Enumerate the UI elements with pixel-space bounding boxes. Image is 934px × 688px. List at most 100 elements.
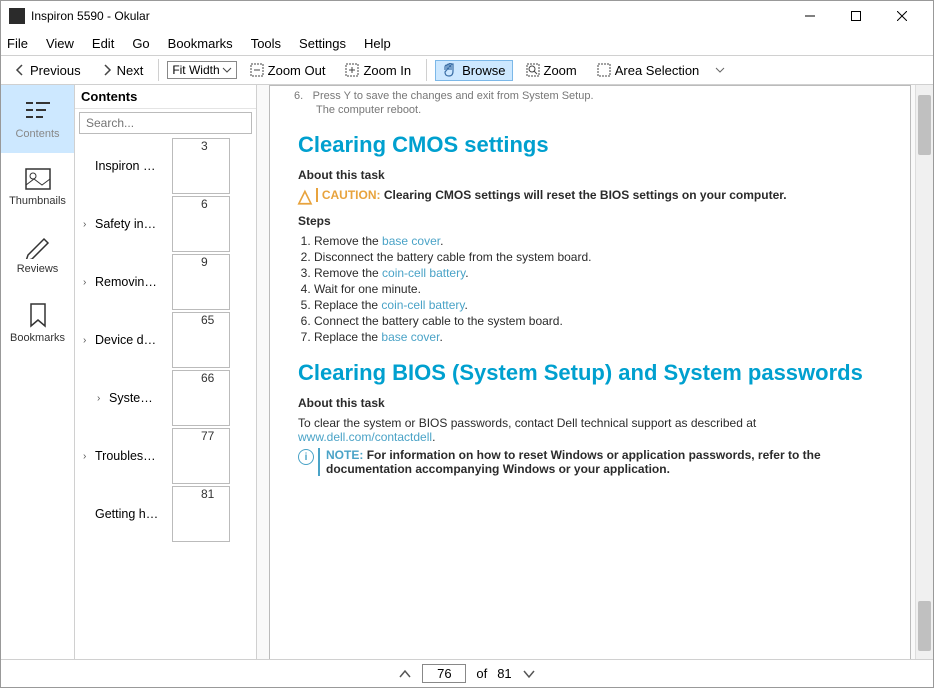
step-link[interactable]: base cover bbox=[381, 330, 439, 344]
document-area[interactable]: 6. Press Y to save the changes and exit … bbox=[257, 85, 933, 661]
toc-item-page: 81 bbox=[172, 486, 230, 542]
section-heading-bios: Clearing BIOS (System Setup) and System … bbox=[298, 360, 882, 386]
about-task-heading: About this task bbox=[298, 168, 882, 182]
maximize-button[interactable] bbox=[833, 1, 879, 31]
side-tabs: Contents Thumbnails Reviews Bookmarks bbox=[1, 85, 75, 661]
toc-item[interactable]: ›System setup 66 bbox=[75, 369, 256, 427]
caution-label: CAUTION: bbox=[322, 188, 381, 202]
toc-item-label: Safety instructions bbox=[95, 217, 160, 231]
menu-settings[interactable]: Settings bbox=[299, 36, 346, 51]
reviews-icon bbox=[24, 235, 52, 259]
sidetab-reviews[interactable]: Reviews bbox=[1, 221, 74, 289]
toc-item[interactable]: ›Safety instructions 6 bbox=[75, 195, 256, 253]
menu-tools[interactable]: Tools bbox=[251, 36, 281, 51]
toc-item-label: System setup bbox=[109, 391, 160, 405]
page-total: 81 bbox=[497, 666, 511, 681]
zoom-out-icon bbox=[250, 63, 264, 77]
toc-item-label: Device drivers bbox=[95, 333, 160, 347]
expand-icon: › bbox=[97, 393, 109, 404]
toc-item-page: 65 bbox=[172, 312, 230, 368]
zoom-select-value: Fit Width bbox=[172, 63, 219, 77]
menu-edit[interactable]: Edit bbox=[92, 36, 114, 51]
step-link[interactable]: base cover bbox=[382, 234, 440, 248]
note-block: i NOTE: For information on how to reset … bbox=[298, 448, 882, 476]
toc-item-page: 77 bbox=[172, 428, 230, 484]
window-title: Inspiron 5590 - Okular bbox=[31, 9, 150, 23]
vertical-scrollbar[interactable] bbox=[915, 85, 933, 661]
zoom-out-button[interactable]: Zoom Out bbox=[243, 60, 333, 81]
expand-icon: › bbox=[83, 335, 95, 346]
step-item: Wait for one minute. bbox=[314, 282, 882, 296]
toc-item[interactable]: Inspiron 5590 Servic...3 bbox=[75, 137, 256, 195]
menu-bookmarks[interactable]: Bookmarks bbox=[168, 36, 233, 51]
sidetab-thumbnails-label: Thumbnails bbox=[9, 195, 66, 207]
toc-item-page: 6 bbox=[172, 196, 230, 252]
page-of-label: of bbox=[476, 666, 487, 681]
browse-button[interactable]: Browse bbox=[435, 60, 512, 81]
sidetab-bookmarks[interactable]: Bookmarks bbox=[1, 289, 74, 357]
step-link[interactable]: coin-cell battery bbox=[381, 298, 464, 312]
page-number-input[interactable] bbox=[422, 664, 466, 683]
chevron-right-icon bbox=[101, 64, 113, 76]
toc-item-page: 9 bbox=[172, 254, 230, 310]
title-bar: Inspiron 5590 - Okular bbox=[1, 1, 933, 31]
toc-item-page: 66 bbox=[172, 370, 230, 426]
pdf-page: 6. Press Y to save the changes and exit … bbox=[269, 85, 911, 661]
zoom-in-label: Zoom In bbox=[363, 63, 411, 78]
toc-item-label: Removing and install... bbox=[95, 275, 160, 289]
menu-go[interactable]: Go bbox=[132, 36, 149, 51]
chevron-left-icon bbox=[14, 64, 26, 76]
sidetab-reviews-label: Reviews bbox=[17, 263, 59, 275]
contents-search-input[interactable] bbox=[79, 112, 252, 134]
step-item: Disconnect the battery cable from the sy… bbox=[314, 250, 882, 264]
bookmarks-icon bbox=[27, 302, 49, 328]
chevron-down-icon bbox=[222, 65, 232, 75]
contactdell-link[interactable]: www.dell.com/contactdell bbox=[298, 430, 432, 444]
step-link[interactable]: coin-cell battery bbox=[382, 266, 465, 280]
scrollbar-thumb-bottom[interactable] bbox=[918, 601, 931, 651]
note-text: For information on how to reset Windows … bbox=[326, 448, 821, 476]
minimize-button[interactable] bbox=[787, 1, 833, 31]
area-selection-dropdown[interactable] bbox=[712, 62, 728, 78]
steps-heading: Steps bbox=[298, 214, 882, 228]
scrollbar-thumb-top[interactable] bbox=[918, 95, 931, 155]
previous-button[interactable]: Previous bbox=[7, 60, 88, 81]
page-down-button[interactable] bbox=[522, 668, 536, 680]
toc-item-label: Inspiron 5590 Servic... bbox=[95, 159, 160, 173]
chevron-down-icon bbox=[715, 65, 725, 75]
next-button[interactable]: Next bbox=[94, 60, 151, 81]
prev-step-text: Press Y to save the changes and exit fro… bbox=[313, 90, 594, 102]
zoom-in-button[interactable]: Zoom In bbox=[338, 60, 418, 81]
step-item: Replace the base cover. bbox=[314, 330, 882, 344]
sidetab-contents-label: Contents bbox=[15, 128, 59, 140]
sidetab-bookmarks-label: Bookmarks bbox=[10, 332, 65, 344]
step-item: Remove the base cover. bbox=[314, 234, 882, 248]
menu-view[interactable]: View bbox=[46, 36, 74, 51]
menu-bar: File View Edit Go Bookmarks Tools Settin… bbox=[1, 31, 933, 55]
toc-item[interactable]: Getting help and c...81 bbox=[75, 485, 256, 543]
menu-help[interactable]: Help bbox=[364, 36, 391, 51]
zoom-in-icon bbox=[345, 63, 359, 77]
page-up-button[interactable] bbox=[398, 668, 412, 680]
sidetab-contents[interactable]: Contents bbox=[1, 85, 74, 153]
menu-file[interactable]: File bbox=[7, 36, 28, 51]
toc-item[interactable]: ›Device drivers 65 bbox=[75, 311, 256, 369]
caution-block: △ CAUTION: Clearing CMOS settings will r… bbox=[298, 188, 882, 204]
toolbar: Previous Next Fit Width Zoom Out Zoom In… bbox=[1, 55, 933, 85]
expand-icon: › bbox=[83, 219, 95, 230]
toc-item[interactable]: ›Removing and install...9 bbox=[75, 253, 256, 311]
sidetab-thumbnails[interactable]: Thumbnails bbox=[1, 153, 74, 221]
steps-list: Remove the base cover. Disconnect the bat… bbox=[314, 234, 882, 344]
section-heading-cmos: Clearing CMOS settings bbox=[298, 132, 882, 158]
toc-item[interactable]: ›Troubleshooting77 bbox=[75, 427, 256, 485]
prev-step-text2: The computer reboot. bbox=[316, 104, 421, 116]
note-icon: i bbox=[298, 449, 314, 465]
zoom-tool-button[interactable]: Zoom bbox=[519, 60, 584, 81]
area-selection-button[interactable]: Area Selection bbox=[590, 60, 707, 81]
close-button[interactable] bbox=[879, 1, 925, 31]
step-item: Remove the coin-cell battery. bbox=[314, 266, 882, 280]
zoom-select[interactable]: Fit Width bbox=[167, 61, 236, 79]
clear-password-text: To clear the system or BIOS passwords, c… bbox=[298, 416, 882, 444]
prev-step-num: 6. bbox=[294, 90, 309, 102]
hand-icon bbox=[442, 63, 458, 77]
